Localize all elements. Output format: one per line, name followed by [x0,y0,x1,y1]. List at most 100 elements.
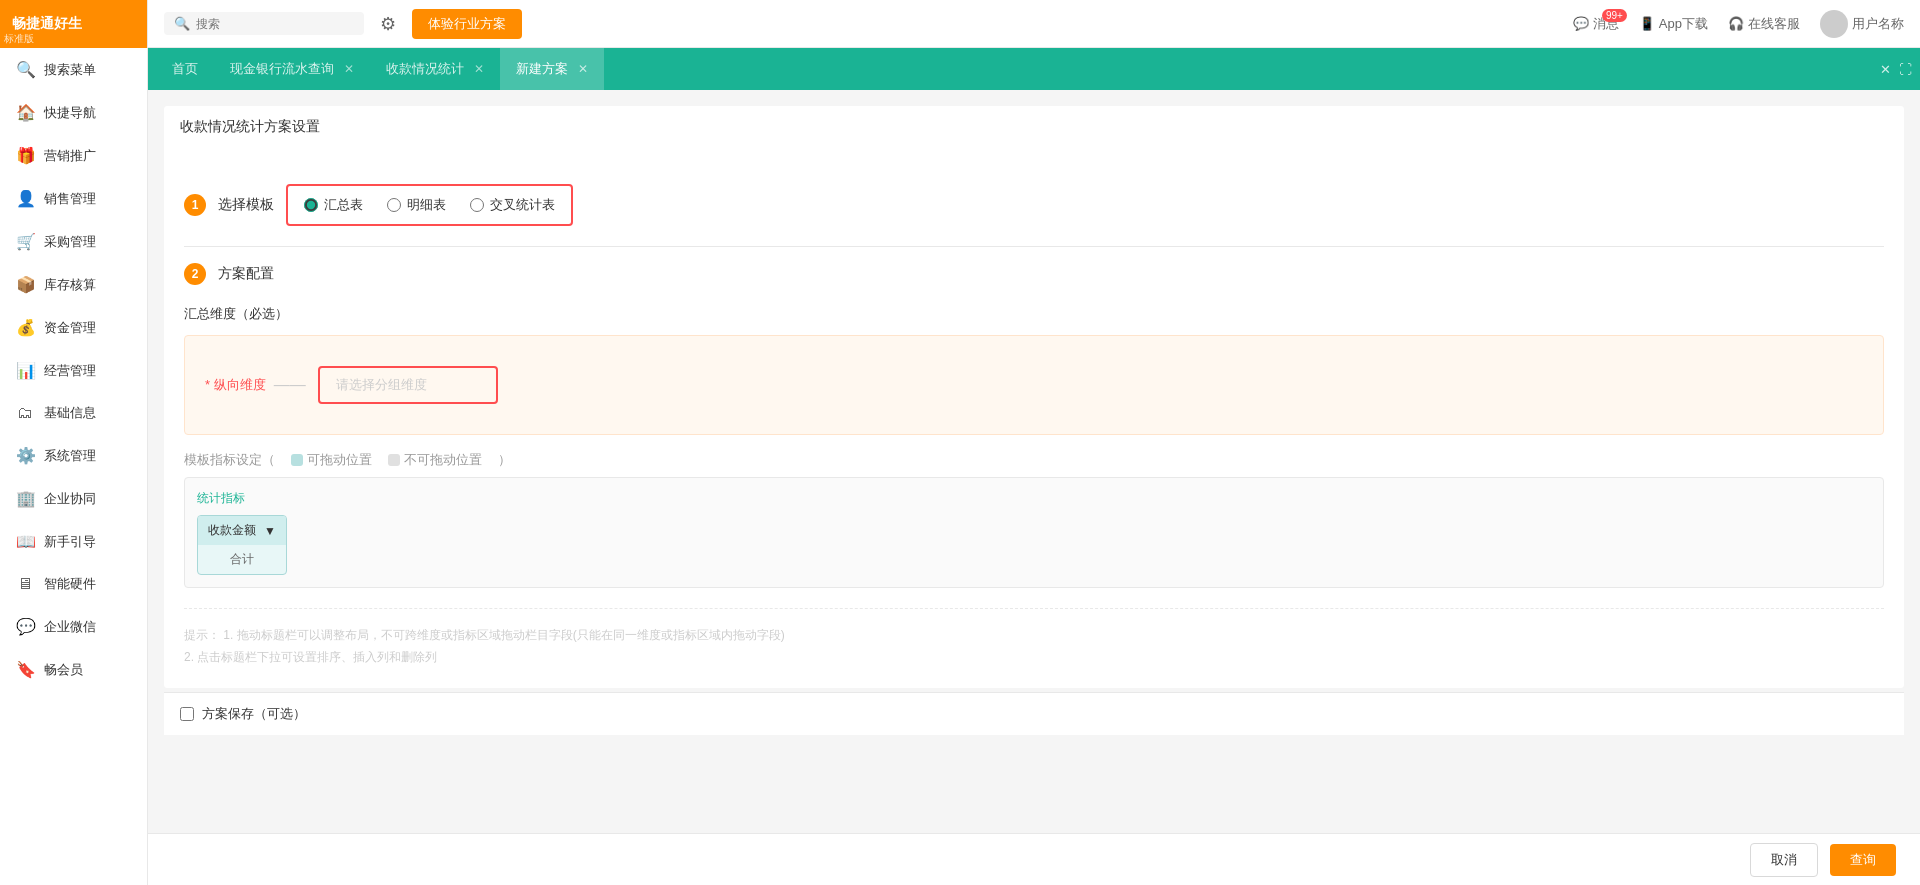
sidebar-item-operations[interactable]: 📊 经营管理 [0,349,147,392]
avatar [1820,10,1848,38]
step1-number: 1 [184,194,206,216]
trial-button[interactable]: 体验行业方案 [412,9,522,39]
tip1: 提示： 1. 拖动标题栏可以调整布局，不可跨维度或指标区域拖动栏目字段(只能在同… [184,625,1884,647]
dimension-area: * 纵向维度 —— 请选择分组维度 [184,335,1884,435]
metrics-container: 统计指标 收款金额 ▼ 合计 [184,477,1884,588]
dimension-select[interactable]: 请选择分组维度 [318,366,498,404]
tab-new-plan-close[interactable]: ✕ [578,62,588,76]
tip2: 2. 点击标题栏下拉可设置排序、插入列和删除列 [184,647,1884,669]
movable-dot [291,454,303,466]
radio-cross-input[interactable] [470,198,484,212]
sidebar-label-search: 搜索菜单 [44,61,96,79]
bottom-bar: 取消 查询 [148,833,1920,885]
tab-new-plan-label: 新建方案 [516,60,568,78]
movable-badge: 可拖动位置 [291,451,372,469]
tab-bank-close[interactable]: ✕ [344,62,354,76]
radio-detail[interactable]: 明细表 [387,196,446,214]
search-icon-header: 🔍 [174,16,190,31]
sidebar-item-marketing[interactable]: 🎁 营销推广 [0,134,147,177]
metric-card-header: 收款金额 ▼ [198,516,286,545]
folder-icon: 🗂 [16,404,34,422]
service-button[interactable]: 🎧 在线客服 [1728,15,1800,33]
sidebar-label-marketing: 营销推广 [44,147,96,165]
book-icon: 📖 [16,532,34,551]
header-right: 💬 消息 99+ 📱 App下载 🎧 在线客服 用户名称 [1573,10,1904,38]
breadcrumb: 收款情况统计方案设置 [164,106,1904,148]
sidebar-item-inventory[interactable]: 📦 库存核算 [0,263,147,306]
save-checkbox[interactable] [180,707,194,721]
message-button[interactable]: 💬 消息 99+ [1573,15,1619,33]
sidebar-label-capital: 资金管理 [44,319,96,337]
radio-summary-input[interactable] [304,198,318,212]
monitor-icon: 🖥 [16,575,34,593]
tab-receipts[interactable]: 收款情况统计 ✕ [370,48,500,90]
sidebar-item-purchase[interactable]: 🛒 采购管理 [0,220,147,263]
fixed-badge: 不可拖动位置 [388,451,482,469]
summary-dim-label: 汇总维度（必选） [184,305,1884,323]
home-icon: 🏠 [16,103,34,122]
content-wrapper: 收款情况统计方案设置 1 选择模板 汇总表 明细表 [164,106,1904,688]
radio-detail-label: 明细表 [407,196,446,214]
save-option-label: 方案保存（可选） [202,705,306,723]
radio-summary[interactable]: 汇总表 [304,196,363,214]
stat-group-label: 统计指标 [197,490,1871,507]
config-panel: 1 选择模板 汇总表 明细表 交叉统计表 [164,164,1904,688]
logo-text: 畅捷通好生 [12,15,82,33]
sidebar-label-purchase: 采购管理 [44,233,96,251]
settings-icon[interactable]: ⚙ [380,13,396,35]
sidebar-logo: 畅捷通好生 标准版 [0,0,147,48]
sidebar-item-enterprise[interactable]: 🏢 企业协同 [0,477,147,520]
sidebar-label-operations: 经营管理 [44,362,96,380]
schema-section: 汇总维度（必选） * 纵向维度 —— 请选择分组维度 [184,305,1884,435]
metric-dropdown-icon[interactable]: ▼ [264,524,276,538]
sidebar-item-basic[interactable]: 🗂 基础信息 [0,392,147,434]
sidebar-label-hardware: 智能硬件 [44,575,96,593]
user-icon: 👤 [16,189,34,208]
radio-detail-input[interactable] [387,198,401,212]
query-button[interactable]: 查询 [1830,844,1896,876]
tab-home[interactable]: 首页 [156,48,214,90]
search-input[interactable] [196,17,346,31]
sidebar-item-sales[interactable]: 👤 销售管理 [0,177,147,220]
search-box[interactable]: 🔍 [164,12,364,35]
sidebar-item-hardware[interactable]: 🖥 智能硬件 [0,563,147,605]
building-icon: 🏢 [16,489,34,508]
metric-card-amount: 收款金额 ▼ 合计 [197,515,287,575]
sidebar-item-capital[interactable]: 💰 资金管理 [0,306,147,349]
sidebar-label-quicknav: 快捷导航 [44,104,96,122]
gear-icon: ⚙️ [16,446,34,465]
tips-section: 提示： 1. 拖动标题栏可以调整布局，不可跨维度或指标区域拖动栏目字段(只能在同… [184,608,1884,668]
sidebar-label-enterprise: 企业协同 [44,490,96,508]
radio-cross[interactable]: 交叉统计表 [470,196,555,214]
sidebar-item-quicknav[interactable]: 🏠 快捷导航 [0,91,147,134]
tab-bank[interactable]: 现金银行流水查询 ✕ [214,48,370,90]
tab-new-plan[interactable]: 新建方案 ✕ [500,48,604,90]
sidebar-item-guide[interactable]: 📖 新手引导 [0,520,147,563]
tag-icon: 🔖 [16,660,34,679]
message-icon: 💬 [1573,16,1589,31]
cancel-button[interactable]: 取消 [1750,843,1818,877]
step1-header: 1 选择模板 汇总表 明细表 交叉统计表 [184,184,1884,226]
sidebar: 畅捷通好生 标准版 🔍 搜索菜单 🏠 快捷导航 🎁 营销推广 👤 销售管理 🛒 … [0,0,148,885]
sidebar-item-wechat[interactable]: 💬 企业微信 [0,605,147,648]
sidebar-item-search[interactable]: 🔍 搜索菜单 [0,48,147,91]
main-area: 🔍 ⚙ 体验行业方案 💬 消息 99+ 📱 App下载 🎧 在线客服 用户名称 [148,0,1920,885]
search-icon: 🔍 [16,60,34,79]
tab-expand-icon[interactable]: ⛶ [1899,62,1912,77]
user-area[interactable]: 用户名称 [1820,10,1904,38]
cart-icon: 🛒 [16,232,34,251]
service-label: 在线客服 [1748,15,1800,33]
tips-title: 提示： [184,628,220,642]
download-button[interactable]: 📱 App下载 [1639,15,1708,33]
sidebar-nav: 🔍 搜索菜单 🏠 快捷导航 🎁 营销推广 👤 销售管理 🛒 采购管理 📦 库存核… [0,48,147,885]
metric-name: 收款金额 [208,522,256,539]
version-badge: 标准版 [4,32,34,46]
sidebar-item-member[interactable]: 🔖 畅会员 [0,648,147,691]
sidebar-label-system: 系统管理 [44,447,96,465]
metrics-label: 模板指标设定（ [184,451,275,469]
tab-receipts-close[interactable]: ✕ [474,62,484,76]
sidebar-item-system[interactable]: ⚙️ 系统管理 [0,434,147,477]
tab-close-all-icon[interactable]: ✕ [1880,62,1891,77]
sidebar-label-wechat: 企业微信 [44,618,96,636]
radio-summary-label: 汇总表 [324,196,363,214]
